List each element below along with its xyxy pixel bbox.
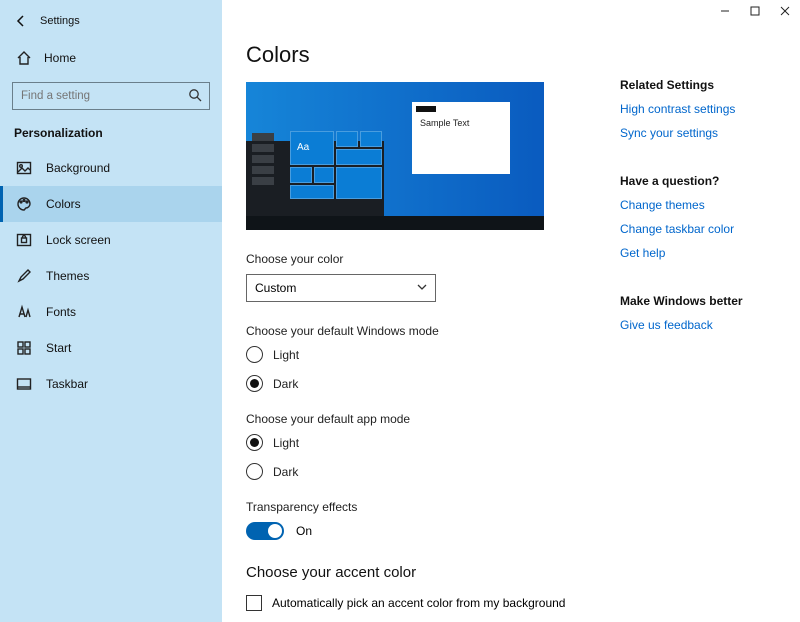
sidebar-item-label: Lock screen bbox=[46, 233, 111, 247]
app-mode-group: Light Dark bbox=[246, 434, 600, 480]
sidebar-item-taskbar[interactable]: Taskbar bbox=[0, 366, 222, 402]
radio-label: Light bbox=[273, 348, 299, 362]
link-change-taskbar-color[interactable]: Change taskbar color bbox=[620, 222, 780, 236]
sidebar-item-label: Fonts bbox=[46, 305, 76, 319]
accent-heading: Choose your accent color bbox=[246, 564, 600, 581]
windows-mode-dark[interactable]: Dark bbox=[246, 375, 600, 392]
choose-color-value: Custom bbox=[255, 281, 296, 295]
sidebar-item-fonts[interactable]: Fonts bbox=[0, 294, 222, 330]
brush-icon bbox=[16, 268, 32, 284]
sidebar-item-label: Themes bbox=[46, 269, 89, 283]
question-title: Have a question? bbox=[620, 174, 780, 188]
app-mode-dark[interactable]: Dark bbox=[246, 463, 600, 480]
windows-mode-label: Choose your default Windows mode bbox=[246, 324, 600, 338]
maximize-button[interactable] bbox=[740, 0, 770, 22]
link-feedback[interactable]: Give us feedback bbox=[620, 318, 780, 332]
sidebar-section-title: Personalization bbox=[0, 126, 222, 150]
radio-label: Dark bbox=[273, 377, 298, 391]
sidebar-item-start[interactable]: Start bbox=[0, 330, 222, 366]
accent-auto-checkbox[interactable]: Automatically pick an accent color from … bbox=[246, 595, 600, 611]
sidebar-item-themes[interactable]: Themes bbox=[0, 258, 222, 294]
sidebar-item-label: Colors bbox=[46, 197, 81, 211]
radio-icon bbox=[246, 346, 263, 363]
color-preview: Sample Text Aa bbox=[246, 82, 544, 230]
preview-sample-text: Sample Text bbox=[412, 116, 510, 130]
close-button[interactable] bbox=[770, 0, 800, 22]
radio-label: Light bbox=[273, 436, 299, 450]
sidebar: Settings Home Personalization Background… bbox=[0, 0, 222, 622]
link-sync-settings[interactable]: Sync your settings bbox=[620, 126, 780, 140]
sidebar-item-label: Start bbox=[46, 341, 71, 355]
minimize-button[interactable] bbox=[710, 0, 740, 22]
transparency-toggle[interactable] bbox=[246, 522, 284, 540]
chevron-down-icon bbox=[417, 281, 427, 295]
palette-icon bbox=[16, 196, 32, 212]
sidebar-item-label: Background bbox=[46, 161, 110, 175]
sidebar-item-background[interactable]: Background bbox=[0, 150, 222, 186]
radio-label: Dark bbox=[273, 465, 298, 479]
app-mode-light[interactable]: Light bbox=[246, 434, 600, 451]
sidebar-item-label: Taskbar bbox=[46, 377, 88, 391]
sidebar-home-label: Home bbox=[44, 51, 76, 65]
link-high-contrast[interactable]: High contrast settings bbox=[620, 102, 780, 116]
choose-color-label: Choose your color bbox=[246, 252, 600, 266]
link-get-help[interactable]: Get help bbox=[620, 246, 780, 260]
start-icon bbox=[16, 340, 32, 356]
search-icon bbox=[188, 88, 202, 107]
accent-auto-label: Automatically pick an accent color from … bbox=[272, 596, 565, 610]
home-icon bbox=[16, 50, 32, 66]
link-change-themes[interactable]: Change themes bbox=[620, 198, 780, 212]
taskbar-icon bbox=[16, 376, 32, 392]
right-pane: Related Settings High contrast settings … bbox=[620, 42, 780, 602]
windows-mode-group: Light Dark bbox=[246, 346, 600, 392]
app-title: Settings bbox=[40, 15, 80, 27]
back-button[interactable] bbox=[12, 12, 30, 30]
windows-mode-light[interactable]: Light bbox=[246, 346, 600, 363]
related-settings-title: Related Settings bbox=[620, 78, 780, 92]
page-title: Colors bbox=[246, 42, 600, 68]
preview-window: Sample Text bbox=[412, 102, 510, 174]
sidebar-item-lock-screen[interactable]: Lock screen bbox=[0, 222, 222, 258]
sidebar-home[interactable]: Home bbox=[0, 42, 222, 74]
radio-icon bbox=[246, 434, 263, 451]
radio-icon bbox=[246, 375, 263, 392]
radio-icon bbox=[246, 463, 263, 480]
better-title: Make Windows better bbox=[620, 294, 780, 308]
sidebar-item-colors[interactable]: Colors bbox=[0, 186, 222, 222]
choose-color-dropdown[interactable]: Custom bbox=[246, 274, 436, 302]
lock-screen-icon bbox=[16, 232, 32, 248]
transparency-label: Transparency effects bbox=[246, 500, 600, 514]
font-icon bbox=[16, 304, 32, 320]
preview-aa: Aa bbox=[297, 142, 309, 153]
app-mode-label: Choose your default app mode bbox=[246, 412, 600, 426]
search-input[interactable] bbox=[12, 82, 210, 110]
transparency-state: On bbox=[296, 524, 312, 538]
checkbox-icon bbox=[246, 595, 262, 611]
picture-icon bbox=[16, 160, 32, 176]
